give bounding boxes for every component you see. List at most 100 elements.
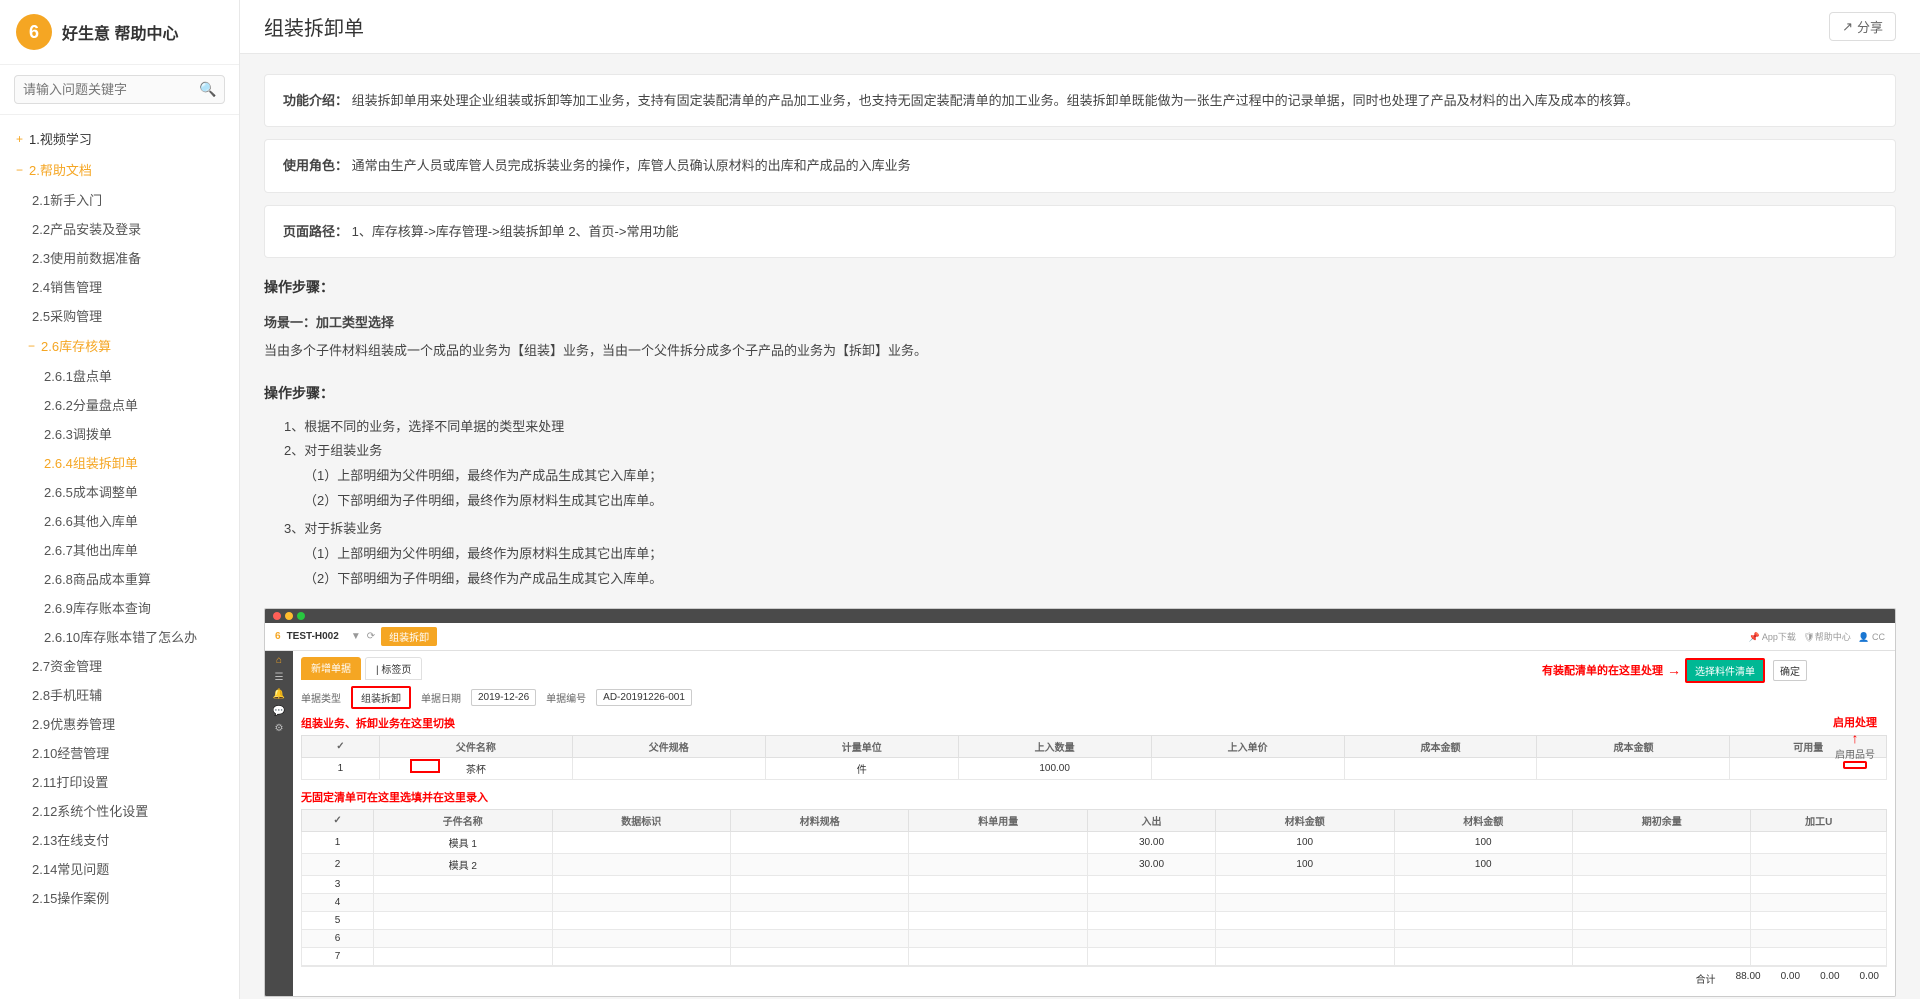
upper-row-1: 1 茶杯 件 100.00 xyxy=(302,757,1887,779)
sidebar-item-s24[interactable]: 2.4销售管理 xyxy=(0,272,239,301)
annotation1-text: 有装配清单的在这里处理 xyxy=(1542,662,1663,678)
lower-col-proc: 加工U xyxy=(1751,809,1887,831)
sidebar-item-video[interactable]: + 1.视频学习 xyxy=(0,123,239,154)
scr-confirm-btn[interactable]: 确定 xyxy=(1773,660,1807,681)
sidebar-item-s2610[interactable]: 2.6.10库存账本错了怎么办 xyxy=(0,622,239,651)
step3-1: （1）上部明细为父件明细，最终作为原材料生成其它出库单； xyxy=(264,542,1896,567)
search-icon[interactable]: 🔍 xyxy=(199,81,216,98)
sidebar-item-s268[interactable]: 2.6.8商品成本重算 xyxy=(0,564,239,593)
sidebar-item-s21[interactable]: 2.1新手入门 xyxy=(0,185,239,214)
intro-block: 功能介绍： 组装拆卸单用来处理企业组装或拆卸等加工业务，支持有固定装配清单的产品… xyxy=(264,74,1896,127)
scr-enable-input[interactable] xyxy=(1843,761,1867,769)
scr-logo-icon: 6 xyxy=(275,631,281,642)
scr-chat-icon: 💬 xyxy=(273,706,285,717)
step1: 1、根据不同的业务，选择不同单据的类型来处理 xyxy=(264,415,1896,440)
page-title: 组装拆卸单 xyxy=(264,12,364,41)
sidebar-item-s22[interactable]: 2.2产品安装及登录 xyxy=(0,214,239,243)
step2-1: （1）上部明细为父件明细，最终作为产成品生成其它入库单； xyxy=(264,464,1896,489)
search-input[interactable] xyxy=(23,82,199,97)
sidebar-item-s267[interactable]: 2.6.7其他出库单 xyxy=(0,535,239,564)
ops-label: 操作步骤： xyxy=(264,274,1896,301)
lower-row-7: 7 xyxy=(302,947,1887,965)
sidebar-item-s26[interactable]: − 2.6库存核算 xyxy=(0,330,239,361)
upper-cell-cost1 xyxy=(1344,757,1537,779)
scr-app-body: ⌂ ☰ 🔔 💬 ⚙ 新增单据 | 标签页 单据类 xyxy=(265,651,1895,996)
sidebar-item-s214[interactable]: 2.14常见问题 xyxy=(0,854,239,883)
sidebar-item-s211[interactable]: 2.11打印设置 xyxy=(0,767,239,796)
sidebar-item-s269[interactable]: 2.6.9库存账本查询 xyxy=(0,593,239,622)
scr-process-btn[interactable]: 选择料件清单 xyxy=(1685,658,1765,683)
collapse-icon: − xyxy=(16,163,23,177)
annotation3-arrow: ↑ xyxy=(1852,730,1859,746)
content-area: 功能介绍： 组装拆卸单用来处理企业组装或拆卸等加工业务，支持有固定装配清单的产品… xyxy=(240,54,1920,999)
path-block: 页面路径： 1、库存核算->库存管理->组装拆卸单 2、首页->常用功能 xyxy=(264,205,1896,258)
upper-cell-check: 1 xyxy=(302,757,380,779)
sidebar-item-s264[interactable]: 2.6.4组装拆卸单 xyxy=(0,448,239,477)
lower-col-init: 期初余量 xyxy=(1573,809,1751,831)
step2: 2、对于组装业务 xyxy=(264,439,1896,464)
path-text: 1、库存核算->库存管理->组装拆卸单 2、首页->常用功能 xyxy=(352,224,679,239)
share-button[interactable]: ↗ 分享 xyxy=(1829,12,1896,41)
scr-tab-list[interactable]: | 标签页 xyxy=(365,657,422,680)
scr-dropdown-arrow: ▼ xyxy=(351,631,361,642)
scr-home-icon: ⌂ xyxy=(276,655,282,666)
upper-col-unit: 计量单位 xyxy=(765,735,958,757)
sidebar-item-s25[interactable]: 2.5采购管理 xyxy=(0,301,239,330)
sidebar-item-s212[interactable]: 2.12系统个性化设置 xyxy=(0,796,239,825)
scr-tab-new[interactable]: 新增单据 xyxy=(301,657,361,680)
lower-col-mat1: 材料金额 xyxy=(1216,809,1394,831)
lower-col-check: ✓ xyxy=(302,809,374,831)
page-header: 组装拆卸单 ↗ 分享 xyxy=(240,0,1920,54)
scr-type-select[interactable]: 组装拆卸 xyxy=(351,686,411,709)
search-box[interactable]: 🔍 xyxy=(14,75,225,104)
sidebar-item-s266[interactable]: 2.6.6其他入库单 xyxy=(0,506,239,535)
ops-steps-title: 操作步骤： xyxy=(264,380,1896,407)
share-icon: ↗ xyxy=(1842,19,1853,35)
sidebar-item-s261[interactable]: 2.6.1盘点单 xyxy=(0,361,239,390)
total-v3: 0.00 xyxy=(1820,971,1839,986)
sidebar-item-s23[interactable]: 2.3使用前数据准备 xyxy=(0,243,239,272)
logo-text: 好生意 帮助中心 xyxy=(62,20,178,44)
screenshot-wrapper: 6 TEST-H002 ▼ ⟳ 组装拆卸 📌 App下载 🛡帮助中心 👤 CC … xyxy=(264,608,1896,997)
sidebar-item-s213[interactable]: 2.13在线支付 xyxy=(0,825,239,854)
scr-date-value[interactable]: 2019-12-26 xyxy=(471,689,536,706)
total-label: 合计 xyxy=(1696,971,1716,986)
main-area: 组装拆卸单 ↗ 分享 功能介绍： 组装拆卸单用来处理企业组装或拆卸等加工业务，支… xyxy=(240,0,1920,999)
nav-tree: + 1.视频学习 − 2.帮助文档 2.1新手入门 2.2产品安装及登录 2.3… xyxy=(0,115,239,999)
step3-2: （2）下部明细为子件明细，最终作为产成品生成其它入库单。 xyxy=(264,567,1896,592)
upper-cell-price xyxy=(1151,757,1344,779)
steps-block: 操作步骤： 场景一：加工类型选择 当由多个子件材料组装成一个成品的业务为【组装】… xyxy=(264,274,1896,591)
lower-row-5: 5 xyxy=(302,911,1887,929)
scr-form-header: 单据类型 组装拆卸 单据日期 2019-12-26 单据编号 AD-201912… xyxy=(301,686,1887,709)
upper-col-name: 父件名称 xyxy=(379,735,572,757)
scr-no-label: 单据编号 xyxy=(546,690,586,705)
lower-col-name: 子件名称 xyxy=(374,809,552,831)
sidebar-item-s27[interactable]: 2.7资金管理 xyxy=(0,651,239,680)
sidebar-item-s215[interactable]: 2.15操作案例 xyxy=(0,883,239,912)
sidebar-item-help-docs[interactable]: − 2.帮助文档 xyxy=(0,154,239,185)
scr-forward-btn[interactable]: 组装拆卸 xyxy=(381,627,437,646)
intro-label: 功能介绍： xyxy=(283,93,348,108)
scr-bell-icon: 🔔 xyxy=(273,689,285,700)
role-block: 使用角色： 通常由生产人员或库管人员完成拆装业务的操作，库管人员确认原材料的出库… xyxy=(264,139,1896,192)
total-v1: 88.00 xyxy=(1736,971,1761,986)
upper-col-check: ✓ xyxy=(302,735,380,757)
sidebar: 6 好生意 帮助中心 🔍 + 1.视频学习 − 2.帮助文档 2.1新手入门 2… xyxy=(0,0,240,999)
annotation2-row: 组装业务、拆卸业务在这里切换 xyxy=(301,715,1887,731)
sidebar-item-s263[interactable]: 2.6.3调拨单 xyxy=(0,419,239,448)
sidebar-item-s262[interactable]: 2.6.2分量盘点单 xyxy=(0,390,239,419)
path-label: 页面路径： xyxy=(283,224,348,239)
sidebar-item-s265[interactable]: 2.6.5成本调整单 xyxy=(0,477,239,506)
lower-row-1: 1模具 130.00100100 xyxy=(302,831,1887,853)
lower-col-data: 数据标识 xyxy=(552,809,730,831)
lower-table: ✓ 子件名称 数据标识 材料规格 料单用量 入出 材料金额 材料金额 期初余量 … xyxy=(301,809,1887,966)
scr-company: TEST-H002 xyxy=(287,631,339,642)
search-area: 🔍 xyxy=(0,65,239,115)
upper-cell-spec xyxy=(572,757,765,779)
sidebar-item-s29[interactable]: 2.9优惠券管理 xyxy=(0,709,239,738)
sidebar-item-s210[interactable]: 2.10经营管理 xyxy=(0,738,239,767)
annotation4-row: 无固定清单可在这里选填并在这里录入 xyxy=(301,788,1887,805)
scr-no-value[interactable]: AD-20191226-001 xyxy=(596,689,692,706)
scr-date-label: 单据日期 xyxy=(421,690,461,705)
sidebar-item-s28[interactable]: 2.8手机旺辅 xyxy=(0,680,239,709)
